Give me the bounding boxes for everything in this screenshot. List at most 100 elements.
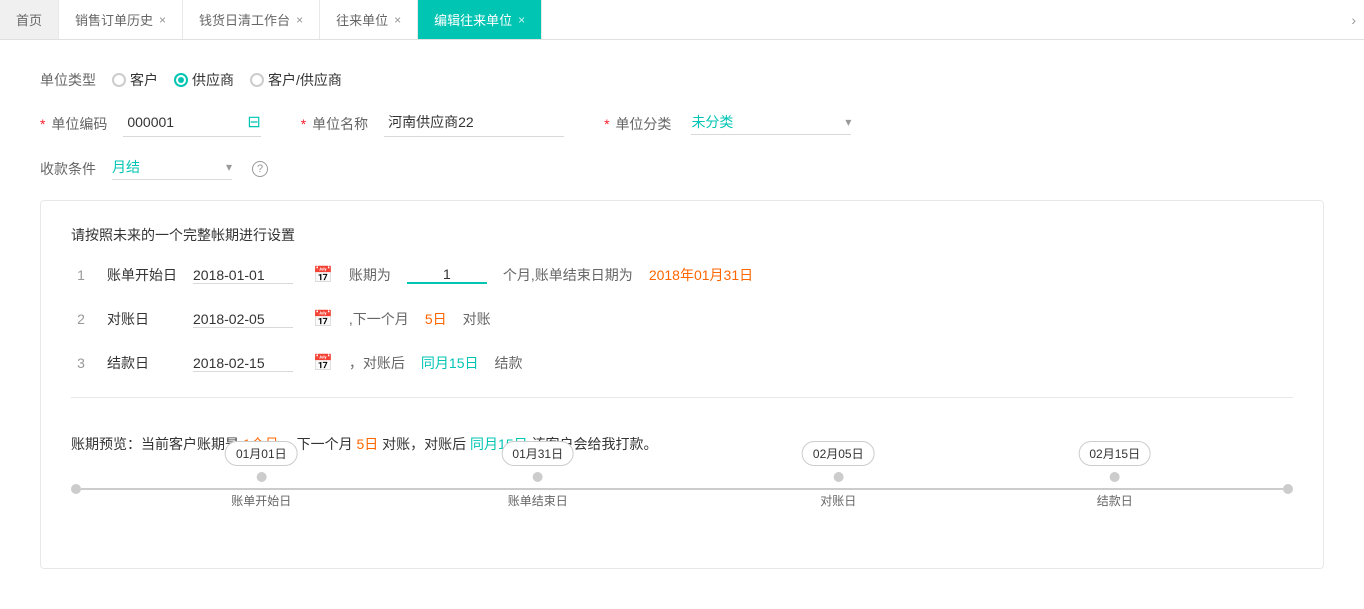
tab-edit-partner-label: 编辑往来单位 [434, 10, 512, 29]
radio-supplier[interactable]: 供应商 [174, 70, 234, 90]
timeline-end-dot [1283, 484, 1293, 494]
unit-category-chevron-icon: ▾ [845, 115, 851, 129]
unit-code-copy-icon[interactable]: ⊟ [247, 112, 260, 132]
account-start-row: 1 账单开始日 📅 账期为 个月,账单结束日期为 2018年01月31日 [71, 265, 1293, 285]
preview-prefix: 账期预览：当前客户账期是 [71, 436, 239, 452]
unit-type-label: 单位类型 [40, 70, 96, 90]
account-start-label: 账单开始日 [107, 265, 177, 285]
reconciliation-date-input[interactable] [193, 311, 293, 328]
reconciliation-desc-prefix: ,下一个月 [349, 309, 409, 329]
timeline-label-4: 结款日 [1097, 492, 1133, 509]
tab-sales-order-history-label: 销售订单历史 [75, 10, 153, 29]
timeline-dot-4 [1110, 472, 1120, 482]
tab-sales-order-history[interactable]: 销售订单历史 × [59, 0, 183, 39]
radio-customer-supplier-circle [250, 73, 264, 87]
radio-customer-supplier[interactable]: 客户/供应商 [250, 70, 342, 90]
close-partner-units-icon[interactable]: × [394, 13, 401, 27]
reconciliation-label: 对账日 [107, 309, 177, 329]
close-edit-partner-icon[interactable]: × [518, 13, 525, 27]
payment-desc-suffix: 结款 [495, 353, 523, 373]
preview-middle: 下一个月 [297, 436, 353, 452]
timeline-dot-3 [833, 472, 843, 482]
reconciliation-row: 2 对账日 📅 ,下一个月 5日 对账 [71, 309, 1293, 329]
period-value-input[interactable] [407, 266, 487, 284]
timeline-line: 01月01日 账单开始日 01月31日 账单结束日 02月05日 对账日 02月… [81, 488, 1283, 490]
unit-category-value: 未分类 [691, 112, 841, 132]
payment-date-input[interactable] [193, 355, 293, 372]
required-star-name: * [301, 116, 306, 132]
tab-bar: 首页 销售订单历史 × 钱货日清工作台 × 往来单位 × 编辑往来单位 × › [0, 0, 1364, 40]
unit-code-wrapper: ⊟ [123, 110, 260, 137]
period-end-date: 2018年01月31日 [649, 265, 753, 285]
reconciliation-desc-suffix: 对账 [463, 309, 491, 329]
timeline-dot-1 [256, 472, 266, 482]
tab-edit-partner[interactable]: 编辑往来单位 × [418, 0, 542, 39]
required-star-code: * [40, 116, 45, 132]
radio-customer[interactable]: 客户 [112, 70, 158, 90]
timeline: 01月01日 账单开始日 01月31日 账单结束日 02月05日 对账日 02月… [71, 474, 1293, 514]
tab-cash-reconciliation[interactable]: 钱货日清工作台 × [183, 0, 320, 39]
unit-code-input[interactable] [123, 110, 243, 134]
period-label: 账期为 [349, 265, 391, 285]
timeline-point-1: 01月01日 账单开始日 [225, 469, 298, 509]
payment-terms-value: 月结 [112, 157, 222, 177]
section-divider [71, 397, 1293, 398]
payment-terms-select[interactable]: 月结 ▾ [112, 157, 232, 180]
unit-fields-row: * 单位编码 ⊟ * 单位名称 * 单位分类 未分类 ▾ [40, 110, 1324, 137]
close-sales-order-history-icon[interactable]: × [159, 13, 166, 27]
timeline-start-dot [71, 484, 81, 494]
payment-day: 同月15日 [421, 353, 479, 373]
timeline-date-3: 02月05日 [802, 441, 875, 466]
timeline-label-3: 对账日 [820, 492, 856, 509]
radio-supplier-circle [174, 73, 188, 87]
payment-terms-label: 收款条件 [40, 159, 96, 179]
unit-type-row: 单位类型 客户 供应商 客户/供应商 [40, 70, 1324, 90]
unit-name-label: * 单位名称 [301, 114, 368, 134]
account-start-date-input[interactable] [193, 267, 293, 284]
tab-more-arrow[interactable]: › [1343, 0, 1364, 39]
tab-home-label: 首页 [16, 10, 42, 29]
reconciliation-calendar-icon[interactable]: 📅 [313, 309, 333, 329]
unit-category-label: * 单位分类 [604, 114, 671, 134]
unit-category-select[interactable]: 未分类 ▾ [691, 112, 851, 135]
row-num-2: 2 [71, 311, 91, 327]
period-desc: 个月,账单结束日期为 [503, 265, 633, 285]
timeline-label-1: 账单开始日 [231, 492, 291, 509]
timeline-dot-2 [533, 472, 543, 482]
row-num-1: 1 [71, 267, 91, 283]
timeline-date-4: 02月15日 [1078, 441, 1151, 466]
timeline-point-4: 02月15日 结款日 [1078, 469, 1151, 509]
unit-name-input[interactable] [384, 110, 564, 134]
timeline-point-2: 01月31日 账单结束日 [501, 469, 574, 509]
payment-terms-row: 收款条件 月结 ▾ ? [40, 157, 1324, 180]
radio-customer-circle [112, 73, 126, 87]
reconciliation-day: 5日 [425, 309, 447, 329]
payment-calendar-icon[interactable]: 📅 [313, 353, 333, 373]
required-star-category: * [604, 116, 609, 132]
tab-home[interactable]: 首页 [0, 0, 59, 39]
radio-customer-label: 客户 [130, 70, 158, 90]
payment-desc-prefix: ，对账后 [349, 353, 405, 373]
timeline-label-2: 账单结束日 [508, 492, 568, 509]
unit-name-wrapper [384, 110, 564, 137]
account-period-section: 请按照未来的一个完整帐期进行设置 1 账单开始日 📅 账期为 个月,账单结束日期… [40, 200, 1324, 569]
timeline-point-3: 02月05日 对账日 [802, 469, 875, 509]
tab-cash-reconciliation-label: 钱货日清工作台 [199, 10, 290, 29]
tab-partner-units[interactable]: 往来单位 × [320, 0, 418, 39]
tab-partner-units-label: 往来单位 [336, 10, 388, 29]
payment-terms-chevron-icon: ▾ [226, 160, 232, 174]
section-title: 请按照未来的一个完整帐期进行设置 [71, 225, 1293, 245]
account-start-calendar-icon[interactable]: 📅 [313, 265, 333, 285]
help-icon[interactable]: ? [252, 161, 268, 177]
timeline-label-spacer [71, 514, 1293, 544]
timeline-date-2: 01月31日 [501, 441, 574, 466]
timeline-date-1: 01月01日 [225, 441, 298, 466]
preview-after-reconcile: 对账，对账后 [382, 436, 466, 452]
unit-type-radio-group: 客户 供应商 客户/供应商 [112, 70, 342, 90]
close-cash-reconciliation-icon[interactable]: × [296, 13, 303, 27]
payment-label: 结款日 [107, 353, 177, 373]
radio-customer-supplier-label: 客户/供应商 [268, 70, 342, 90]
radio-supplier-label: 供应商 [192, 70, 234, 90]
payment-row: 3 结款日 📅 ，对账后 同月15日 结款 [71, 353, 1293, 373]
preview-reconcile-day: 5日 [356, 436, 378, 452]
